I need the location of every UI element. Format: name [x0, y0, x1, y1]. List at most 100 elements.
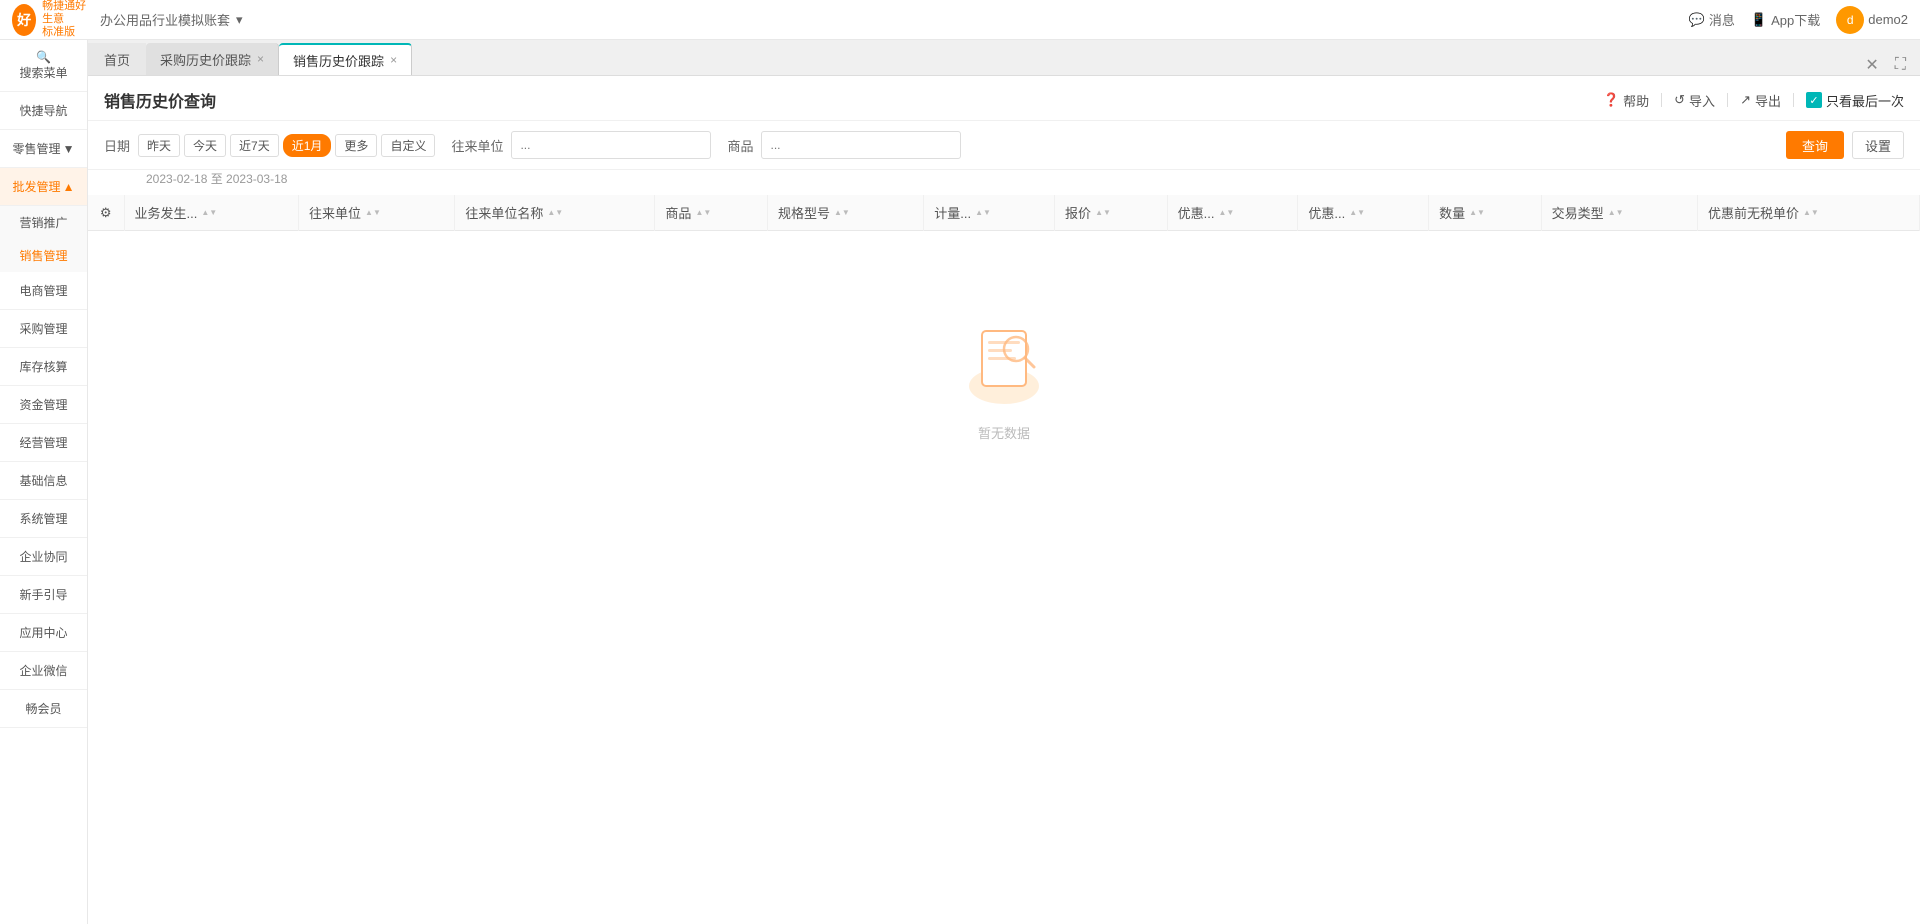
sort-icon: ▲▼ [201, 208, 217, 217]
tab-sales-history[interactable]: 销售历史价跟踪 × [279, 43, 412, 75]
export-button[interactable]: ↗ 导出 [1740, 91, 1781, 110]
sort-icon: ▲▼ [1608, 208, 1624, 217]
sidebar-item-marketing[interactable]: 营销推广 [0, 206, 87, 239]
data-table: ⚙ 业务发生... ▲▼ 往来单位 [88, 195, 1920, 231]
export-icon: ↗ [1740, 92, 1751, 108]
window-close-button[interactable]: ✕ [1861, 55, 1882, 75]
date-range-display: 2023-02-18 至 2023-03-18 [146, 170, 287, 187]
app-icon: 📱 [1751, 12, 1767, 28]
query-button[interactable]: 查询 [1786, 131, 1844, 159]
tab-close-purchase[interactable]: × [257, 52, 264, 66]
settings-icon[interactable]: ⚙ [100, 205, 112, 220]
app-download-button[interactable]: 📱 App下载 [1751, 10, 1820, 29]
message-icon: 💬 [1689, 12, 1705, 28]
import-button[interactable]: ↺ 导入 [1674, 91, 1715, 110]
col-pretax-price[interactable]: 优惠前无税单价 ▲▼ [1697, 195, 1919, 231]
col-discount1[interactable]: 优惠... ▲▼ [1167, 195, 1298, 231]
topbar-right: 💬 消息 📱 App下载 d demo2 [1689, 6, 1908, 34]
divider [1661, 93, 1662, 107]
checkbox-checked-icon: ✓ [1806, 92, 1822, 108]
sidebar-item-sales-mgmt[interactable]: 销售管理 [0, 239, 87, 272]
content-area: 销售历史价查询 ❓ 帮助 ↺ 导入 ↗ 导出 [88, 76, 1920, 924]
sidebar-item-inventory[interactable]: 库存核算 [0, 348, 87, 386]
col-discount2[interactable]: 优惠... ▲▼ [1298, 195, 1429, 231]
product-input[interactable] [761, 131, 961, 159]
avatar: d [1836, 6, 1864, 34]
chevron-down-icon[interactable]: ▾ [236, 12, 243, 28]
date-buttons: 昨天 今天 近7天 近1月 更多 自定义 [138, 134, 435, 157]
help-icon: ❓ [1603, 92, 1619, 108]
date-label: 日期 [104, 136, 130, 155]
window-maximize-button[interactable]: ⛶ [1891, 56, 1910, 74]
sidebar-item-search[interactable]: 🔍 搜索菜单 [0, 40, 87, 92]
divider2 [1727, 93, 1728, 107]
user-menu[interactable]: d demo2 [1836, 6, 1908, 34]
product-filter: 商品 [727, 131, 961, 159]
date-btn-7days[interactable]: 近7天 [230, 134, 279, 157]
sidebar-item-enterprise-collab[interactable]: 企业协同 [0, 538, 87, 576]
tab-home[interactable]: 首页 [88, 43, 146, 75]
action-buttons: 查询 设置 [1786, 131, 1904, 159]
col-biz-date[interactable]: 业务发生... ▲▼ [124, 195, 299, 231]
empty-svg [954, 311, 1054, 411]
sidebar-item-operations[interactable]: 经营管理 [0, 424, 87, 462]
product-input-area [761, 131, 961, 159]
source-label: 往来单位 [451, 136, 503, 155]
col-quantity[interactable]: 数量 ▲▼ [1429, 195, 1542, 231]
col-unit-name[interactable]: 往来单位名称 ▲▼ [455, 195, 655, 231]
sidebar-item-basic-info[interactable]: 基础信息 [0, 462, 87, 500]
sort-icon: ▲▼ [1349, 208, 1365, 217]
date-range-row: 2023-02-18 至 2023-03-18 [88, 170, 1920, 195]
date-btn-today[interactable]: 今天 [184, 134, 226, 157]
tab-close-sales[interactable]: × [390, 53, 397, 67]
product-label: 商品 [727, 136, 753, 155]
chevron-up-icon: ▲ [63, 180, 75, 194]
message-button[interactable]: 💬 消息 [1689, 10, 1735, 29]
sidebar-item-quick-nav[interactable]: 快捷导航 [0, 92, 87, 130]
date-btn-more[interactable]: 更多 [335, 134, 377, 157]
sidebar-item-ecommerce[interactable]: 电商管理 [0, 272, 87, 310]
sidebar-item-membership[interactable]: 畅会员 [0, 690, 87, 728]
sidebar-item-retail[interactable]: 零售管理 ▼ [0, 130, 87, 168]
col-trade-type[interactable]: 交易类型 ▲▼ [1541, 195, 1697, 231]
tab-bar: 首页 采购历史价跟踪 × 销售历史价跟踪 × ✕ ⛶ [88, 40, 1920, 76]
sort-icon: ▲▼ [975, 208, 991, 217]
col-unit[interactable]: 计量... ▲▼ [924, 195, 1055, 231]
source-input-area [511, 131, 711, 159]
sidebar-item-wechat[interactable]: 企业微信 [0, 652, 87, 690]
divider3 [1793, 93, 1794, 107]
source-input[interactable] [511, 131, 711, 159]
logo-icon: 好 [12, 4, 36, 36]
help-button[interactable]: ❓ 帮助 [1603, 91, 1649, 110]
date-filter-group: 日期 昨天 今天 近7天 近1月 更多 自定义 [104, 134, 435, 157]
col-price[interactable]: 报价 ▲▼ [1055, 195, 1168, 231]
filter-area: 日期 昨天 今天 近7天 近1月 更多 自定义 往来单位 [88, 121, 1920, 170]
sidebar-item-finance[interactable]: 资金管理 [0, 386, 87, 424]
tab-purchase-history[interactable]: 采购历史价跟踪 × [146, 43, 279, 75]
empty-illustration [954, 311, 1054, 411]
settings-button[interactable]: 设置 [1852, 131, 1904, 159]
sort-icon: ▲▼ [365, 208, 381, 217]
right-panel: 首页 采购历史价跟踪 × 销售历史价跟踪 × ✕ ⛶ 销售历史价查询 [88, 40, 1920, 924]
date-btn-1month[interactable]: 近1月 [283, 134, 332, 157]
sidebar-item-system[interactable]: 系统管理 [0, 500, 87, 538]
page-title: 销售历史价查询 [104, 88, 216, 112]
sidebar-item-wholesale[interactable]: 批发管理 ▲ [0, 168, 87, 206]
sort-icon: ▲▼ [1469, 208, 1485, 217]
date-btn-custom[interactable]: 自定义 [381, 134, 435, 157]
main-layout: 🔍 搜索菜单 快捷导航 零售管理 ▼ 批发管理 ▲ 营销推广 销售管理 电商管理… [0, 40, 1920, 924]
table-container: ⚙ 业务发生... ▲▼ 往来单位 [88, 195, 1920, 924]
sidebar-item-app-center[interactable]: 应用中心 [0, 614, 87, 652]
only-last-checkbox[interactable]: ✓ 只看最后一次 [1806, 91, 1904, 110]
sort-icon: ▲▼ [1803, 208, 1819, 217]
col-product[interactable]: 商品 ▲▼ [655, 195, 768, 231]
sort-icon: ▲▼ [695, 208, 711, 217]
page-header: 销售历史价查询 ❓ 帮助 ↺ 导入 ↗ 导出 [88, 76, 1920, 121]
col-unit-code[interactable]: 往来单位 ▲▼ [299, 195, 455, 231]
sort-icon: ▲▼ [1095, 208, 1111, 217]
col-spec[interactable]: 规格型号 ▲▼ [767, 195, 923, 231]
logo-text: 畅捷通好生意 标准版 [42, 0, 92, 39]
sidebar-item-guide[interactable]: 新手引导 [0, 576, 87, 614]
date-btn-yesterday[interactable]: 昨天 [138, 134, 180, 157]
sidebar-item-purchase[interactable]: 采购管理 [0, 310, 87, 348]
